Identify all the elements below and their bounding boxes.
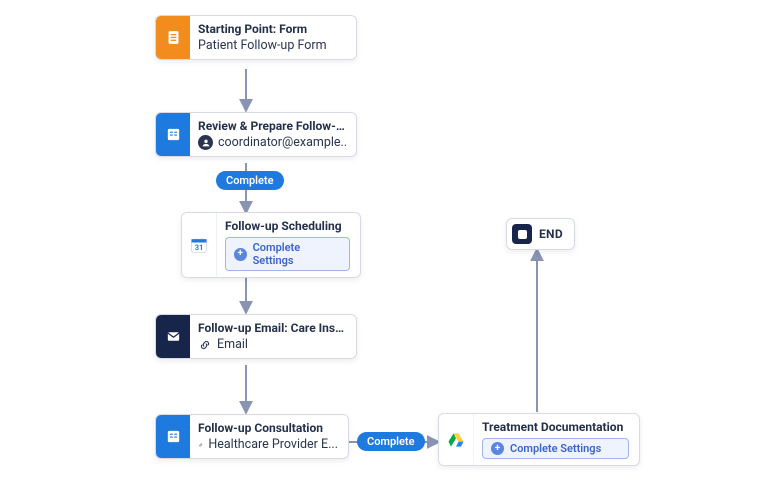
node-end[interactable]: END	[506, 218, 575, 250]
node-follow-up-consultation[interactable]: Follow-up Consultation Healthcare Provid…	[155, 414, 349, 459]
plus-circle-icon: +	[491, 442, 504, 455]
node-title: Follow-up Scheduling	[225, 219, 350, 233]
link-icon	[198, 338, 212, 352]
account-icon	[198, 135, 213, 150]
node-treatment-documentation[interactable]: Treatment Documentation + Complete Setti…	[438, 413, 640, 466]
edge-label-review-complete: Complete	[216, 171, 284, 190]
task-icon	[156, 113, 190, 156]
drive-icon	[439, 414, 474, 465]
complete-settings-button[interactable]: + Complete Settings	[225, 237, 350, 271]
node-start-form[interactable]: Starting Point: Form Patient Follow-up F…	[155, 15, 357, 60]
task-icon	[156, 415, 190, 458]
node-subtitle: Email	[198, 337, 346, 352]
link-icon	[198, 438, 203, 452]
node-title: Treatment Documentation	[482, 420, 629, 434]
complete-settings-button[interactable]: + Complete Settings	[482, 438, 629, 459]
node-title: Review & Prepare Follow-up ...	[198, 119, 346, 133]
calendar-icon: 31	[182, 213, 217, 277]
node-subtitle: Healthcare Provider E...	[198, 437, 338, 452]
stop-icon	[512, 224, 532, 244]
node-review-prepare[interactable]: Review & Prepare Follow-up ... coordinat…	[155, 112, 357, 157]
node-subtitle: coordinator@example...	[198, 135, 346, 150]
end-label: END	[539, 227, 563, 241]
form-icon	[156, 16, 190, 59]
node-follow-up-scheduling[interactable]: 31 Follow-up Scheduling + Complete Setti…	[181, 212, 361, 278]
node-title: Follow-up Consultation	[198, 421, 338, 435]
node-title: Follow-up Email: Care Instru...	[198, 321, 346, 335]
connectors	[0, 0, 768, 502]
svg-text:31: 31	[195, 243, 204, 252]
edge-label-consult-complete: Complete	[357, 432, 425, 451]
node-subtitle: Patient Follow-up Form	[198, 38, 346, 53]
node-follow-up-email[interactable]: Follow-up Email: Care Instru... Email	[155, 314, 357, 359]
plus-circle-icon: +	[234, 248, 247, 261]
node-title: Starting Point: Form	[198, 22, 346, 36]
mail-icon	[156, 315, 190, 358]
